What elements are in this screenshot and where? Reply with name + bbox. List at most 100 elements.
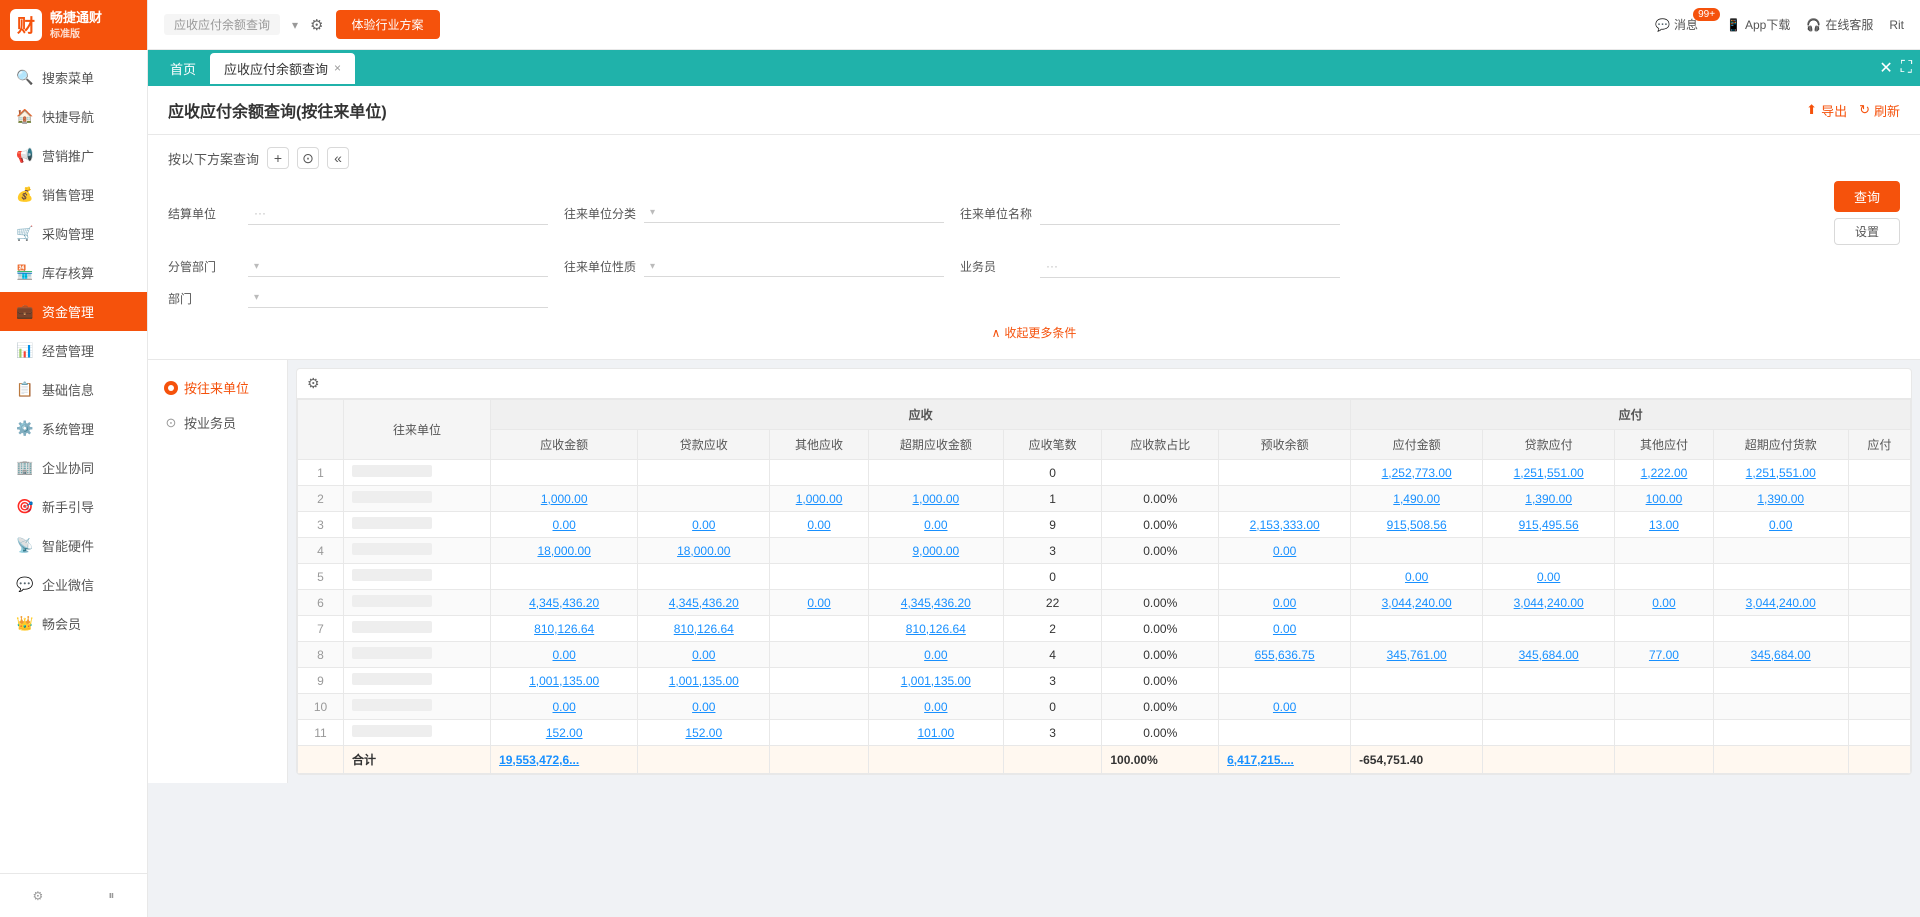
table-cell[interactable]: 9,000.00 [868,538,1003,564]
table-cell[interactable]: 152.00 [638,720,770,746]
sidebar-settings-btn[interactable]: ⚙ [27,883,50,909]
solution-button[interactable]: 体验行业方案 [336,10,440,39]
settings-button[interactable]: 设置 [1834,218,1900,245]
table-cell[interactable]: 810,126.64 [868,616,1003,642]
sidebar-collapse-btn[interactable]: ⏸ [102,882,120,909]
table-cell[interactable]: 18,000.00 [491,538,638,564]
table-cell[interactable]: 3,044,240.00 [1483,590,1615,616]
sidebar-item-enterprise[interactable]: 🏢 企业协同 [0,448,147,487]
table-cell[interactable]: 4,345,436.20 [868,590,1003,616]
table-cell[interactable]: 0.00 [868,694,1003,720]
sidebar-item-basic-info[interactable]: 📋 基础信息 [0,370,147,409]
filter-add-button[interactable]: + [267,147,289,169]
table-cell[interactable]: 0.00 [1219,590,1351,616]
table-cell[interactable]: 345,684.00 [1483,642,1615,668]
panel-item-by-partner[interactable]: 按往来单位 [148,370,287,405]
table-cell[interactable]: 100.00 [1615,486,1714,512]
settlement-unit-input[interactable]: ··· [248,202,548,225]
sidebar-item-sales[interactable]: 💰 销售管理 [0,175,147,214]
tab-home[interactable]: 首页 [156,53,210,84]
table-cell[interactable]: 345,761.00 [1351,642,1483,668]
department-input[interactable]: ▾ [248,288,548,308]
sidebar-item-wechat[interactable]: 💬 企业微信 [0,565,147,604]
query-button[interactable]: 查询 [1834,181,1900,212]
table-cell[interactable]: 0.00 [1615,590,1714,616]
table-cell[interactable]: 1,252,773.00 [1351,460,1483,486]
table-cell[interactable]: 1,000.00 [868,486,1003,512]
table-cell[interactable]: 1,000.00 [491,486,638,512]
sidebar-item-marketing[interactable]: 📢 营销推广 [0,136,147,175]
table-cell[interactable]: 0.00 [1219,616,1351,642]
table-cell[interactable]: 3,044,240.00 [1713,590,1848,616]
partner-category-input[interactable]: ▾ [644,203,944,223]
table-cell[interactable]: 0.00 [638,642,770,668]
sidebar-item-smart-hw[interactable]: 📡 智能硬件 [0,526,147,565]
table-cell[interactable]: 13.00 [1615,512,1714,538]
panel-item-by-salesperson[interactable]: ⊙ 按业务员 [148,405,287,440]
table-cell[interactable]: 1,251,551.00 [1713,460,1848,486]
dept-manager-input[interactable]: ▾ [248,257,548,277]
table-cell[interactable]: 0.00 [1219,694,1351,720]
window-expand-btn[interactable]: ⛶ [1901,58,1912,78]
sidebar-item-search-menu[interactable]: 🔍 搜索菜单 [0,58,147,97]
chevron-down-icon[interactable]: ▾ [292,18,298,32]
topbar-gear-icon[interactable]: ⚙ [310,16,323,34]
table-cell[interactable]: 655,636.75 [1219,642,1351,668]
table-cell[interactable]: 1,490.00 [1351,486,1483,512]
table-cell[interactable]: 1,000.00 [770,486,869,512]
table-cell[interactable]: 1,390.00 [1713,486,1848,512]
table-cell[interactable]: 101.00 [868,720,1003,746]
table-cell[interactable]: 0.00 [1483,564,1615,590]
sidebar-item-capital[interactable]: 💼 资金管理 [0,292,147,331]
table-cell[interactable]: 4,345,436.20 [491,590,638,616]
table-cell[interactable]: 0.00 [770,590,869,616]
table-cell[interactable]: 77.00 [1615,642,1714,668]
table-cell[interactable]: 0.00 [1351,564,1483,590]
table-cell[interactable]: 2,153,333.00 [1219,512,1351,538]
table-cell[interactable]: 915,508.56 [1351,512,1483,538]
table-cell[interactable]: 0.00 [1219,538,1351,564]
messages-btn[interactable]: 💬 消息 99+ [1655,16,1710,33]
table-cell[interactable]: 0.00 [491,642,638,668]
table-cell[interactable]: 0.00 [638,512,770,538]
table-cell[interactable]: 18,000.00 [638,538,770,564]
salesperson-input[interactable]: ··· [1040,255,1340,278]
filter-target-button[interactable]: ⊙ [297,147,319,169]
table-cell[interactable]: 152.00 [491,720,638,746]
user-info[interactable]: Rit [1889,18,1904,32]
table-cell[interactable]: 0.00 [638,694,770,720]
sidebar-item-vip[interactable]: 👑 畅会员 [0,604,147,643]
tab-ar-ap-query[interactable]: 应收应付余额查询 × [210,53,355,84]
sidebar-item-system[interactable]: ⚙️ 系统管理 [0,409,147,448]
table-cell[interactable]: 1,001,135.00 [638,668,770,694]
sidebar-item-purchase[interactable]: 🛒 采购管理 [0,214,147,253]
sidebar-item-inventory[interactable]: 🏪 库存核算 [0,253,147,292]
table-cell[interactable]: 810,126.64 [491,616,638,642]
table-cell[interactable]: 0.00 [491,694,638,720]
table-cell[interactable]: 0.00 [868,642,1003,668]
table-settings-icon[interactable]: ⚙ [307,375,320,392]
tab-close-icon[interactable]: × [334,61,341,75]
partner-name-input[interactable] [1040,202,1340,225]
footer-ar-prepaid[interactable]: 6,417,215.... [1219,746,1351,774]
table-cell[interactable]: 0.00 [491,512,638,538]
sidebar-item-quick-nav[interactable]: 🏠 快捷导航 [0,97,147,136]
table-cell[interactable]: 915,495.56 [1483,512,1615,538]
table-cell[interactable]: 1,001,135.00 [868,668,1003,694]
table-cell[interactable]: 345,684.00 [1713,642,1848,668]
table-cell[interactable]: 4,345,436.20 [638,590,770,616]
table-cell[interactable]: 1,222.00 [1615,460,1714,486]
sidebar-item-operation[interactable]: 📊 经营管理 [0,331,147,370]
export-button[interactable]: ⬆ 导出 [1806,101,1847,120]
table-cell[interactable]: 0.00 [770,512,869,538]
app-download-btn[interactable]: 📱 App下载 [1726,16,1790,33]
table-cell[interactable]: 1,251,551.00 [1483,460,1615,486]
sidebar-item-beginner[interactable]: 🎯 新手引导 [0,487,147,526]
table-cell[interactable]: 1,390.00 [1483,486,1615,512]
table-cell[interactable]: 3,044,240.00 [1351,590,1483,616]
filter-collapse-arrow[interactable]: « [327,147,349,169]
window-close-btn[interactable]: ✕ [1879,58,1892,78]
footer-ar-total[interactable]: 19,553,472,6... [491,746,638,774]
refresh-button[interactable]: ↻ 刷新 [1859,101,1900,120]
table-cell[interactable]: 1,001,135.00 [491,668,638,694]
